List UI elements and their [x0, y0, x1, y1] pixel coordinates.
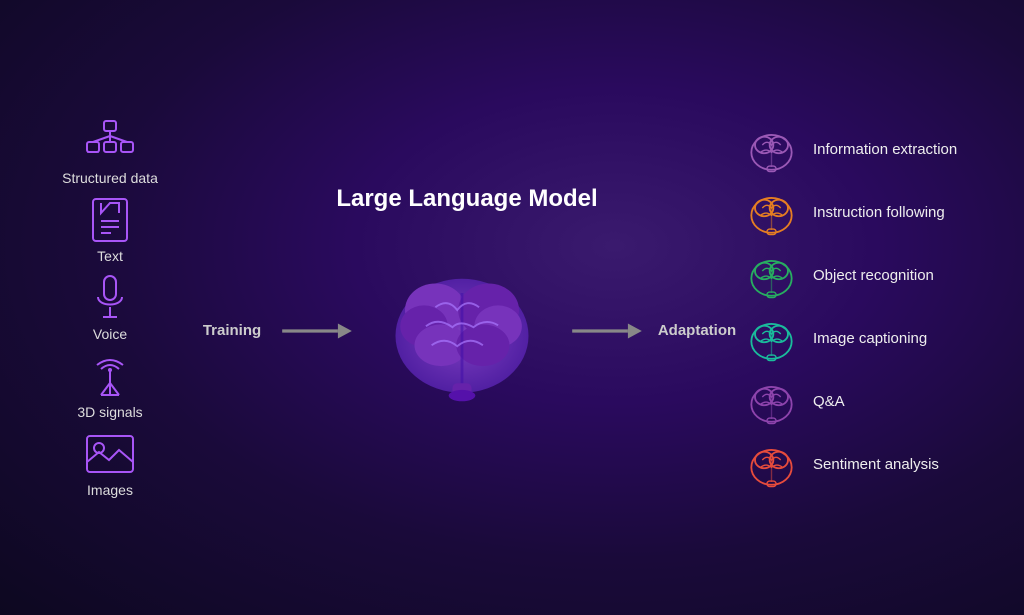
info-extraction-label: Information extraction: [813, 140, 957, 160]
image-captioning-brain-icon: [744, 312, 799, 367]
output-object-recognition: Object recognition: [744, 249, 994, 304]
output-image-captioning: Image captioning: [744, 312, 994, 367]
3d-signals-icon: [84, 352, 136, 400]
input-3d-signals: 3D signals: [77, 352, 142, 420]
output-sentiment-analysis: Sentiment analysis: [744, 438, 994, 493]
instruction-following-label: Instruction following: [813, 203, 945, 223]
output-qa: Q&A: [744, 375, 994, 430]
output-instruction-following: Instruction following: [744, 186, 994, 241]
structured-data-label: Structured data: [62, 170, 158, 186]
sentiment-analysis-brain-icon: [744, 438, 799, 493]
object-recognition-brain-icon: [744, 249, 799, 304]
voice-label: Voice: [93, 326, 127, 342]
sentiment-analysis-label: Sentiment analysis: [813, 455, 939, 475]
main-title: Large Language Model: [336, 185, 597, 213]
voice-icon: [84, 274, 136, 322]
input-voice: Voice: [84, 274, 136, 342]
adaptation-arrow: [572, 316, 642, 346]
training-arrow: [282, 316, 352, 346]
qa-brain-icon: [744, 375, 799, 430]
main-container: Structured data Text: [0, 0, 1024, 615]
center-column: Large Language Model Training: [190, 185, 744, 431]
image-captioning-label: Image captioning: [813, 329, 927, 349]
info-extraction-brain-icon: [744, 123, 799, 178]
images-icon: [84, 430, 136, 478]
output-info-extraction: Information extraction: [744, 123, 994, 178]
object-recognition-label: Object recognition: [813, 266, 934, 286]
inputs-column: Structured data Text: [30, 118, 190, 498]
input-structured-data: Structured data: [62, 118, 158, 186]
text-icon: [84, 196, 136, 244]
input-images: Images: [84, 430, 136, 498]
brain-center-icon: [362, 231, 562, 431]
images-label: Images: [87, 482, 133, 498]
qa-label: Q&A: [813, 392, 845, 412]
training-label: Training: [203, 322, 261, 339]
3d-signals-label: 3D signals: [77, 404, 142, 420]
instruction-following-brain-icon: [744, 186, 799, 241]
structured-data-icon: [84, 118, 136, 166]
adaptation-label: Adaptation: [658, 322, 736, 339]
input-text: Text: [84, 196, 136, 264]
outputs-column: Information extraction Instruction follo…: [744, 123, 994, 493]
text-label: Text: [97, 248, 123, 264]
flow-row: Training: [192, 231, 742, 431]
